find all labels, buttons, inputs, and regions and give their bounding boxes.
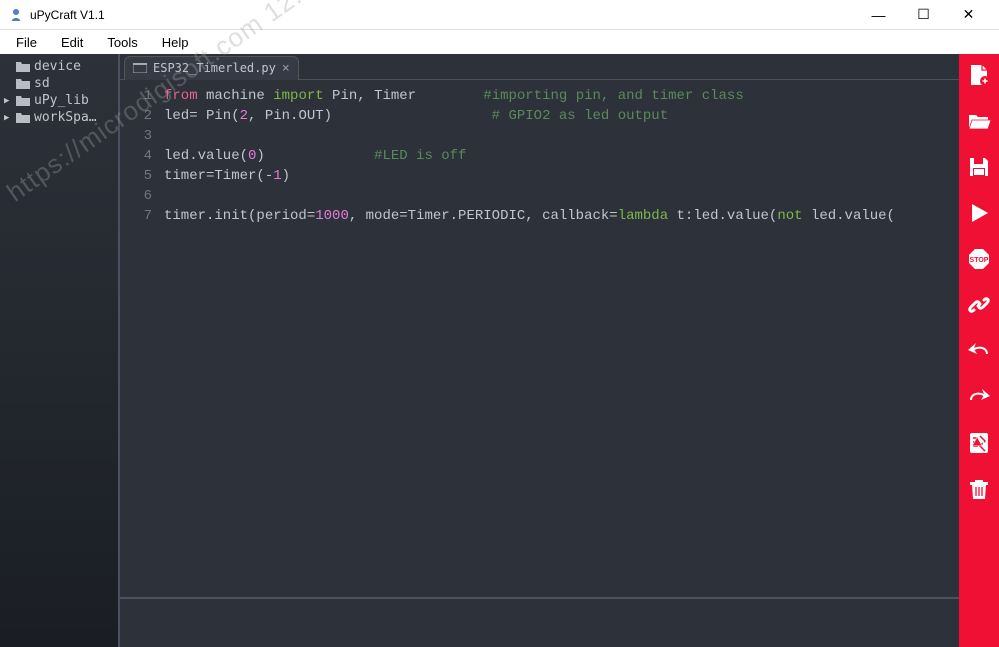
title-bar: uPyCraft V1.1 ― ☐ ✕ <box>0 0 999 30</box>
tree-label: uPy_lib <box>34 93 89 108</box>
line-number: 7 <box>124 206 152 226</box>
tree-arrow-icon: ▶ <box>4 113 14 123</box>
editor-area: ESP32_Timerled.py × 1 2 3 4 5 6 7 from m… <box>118 54 959 647</box>
line-number: 5 <box>124 166 152 186</box>
connect-button[interactable] <box>964 290 994 320</box>
menu-help[interactable]: Help <box>150 33 201 52</box>
line-number: 1 <box>124 86 152 106</box>
menu-tools[interactable]: Tools <box>95 33 149 52</box>
stop-button[interactable]: STOP <box>964 244 994 274</box>
line-number: 3 <box>124 126 152 146</box>
line-number: 4 <box>124 146 152 166</box>
minimize-button[interactable]: ― <box>856 1 901 29</box>
tab-close-icon[interactable]: × <box>282 61 290 76</box>
svg-text:STOP: STOP <box>970 257 989 264</box>
folder-icon <box>16 61 30 72</box>
code-editor[interactable]: 1 2 3 4 5 6 7 from machine import Pin, T… <box>120 80 959 597</box>
new-file-button[interactable] <box>964 60 994 90</box>
file-tab[interactable]: ESP32_Timerled.py × <box>124 56 299 80</box>
console-panel[interactable] <box>120 597 959 647</box>
app-icon <box>8 7 24 23</box>
folder-icon <box>16 78 30 89</box>
folder-icon <box>16 95 30 106</box>
tree-label: workSpa… <box>34 110 97 125</box>
tree-item-upylib[interactable]: ▶ uPy_lib <box>0 92 118 109</box>
tree-label: sd <box>34 76 50 91</box>
folder-icon <box>16 112 30 123</box>
code-content[interactable]: from machine import Pin, Timer #importin… <box>160 80 959 597</box>
tree-arrow-icon: ▶ <box>4 96 14 106</box>
window-controls: ― ☐ ✕ <box>856 1 991 29</box>
file-icon <box>133 63 147 73</box>
line-number: 2 <box>124 106 152 126</box>
menu-edit[interactable]: Edit <box>49 33 95 52</box>
maximize-button[interactable]: ☐ <box>901 1 946 29</box>
line-number: 6 <box>124 186 152 206</box>
right-toolbar: STOP ! <box>959 54 999 647</box>
menu-bar: File Edit Tools Help <box>0 30 999 54</box>
clear-button[interactable] <box>964 474 994 504</box>
main-area: ▶ device ▶ sd ▶ uPy_lib ▶ workSpa… ESP32… <box>0 54 999 647</box>
run-button[interactable] <box>964 198 994 228</box>
window-title: uPyCraft V1.1 <box>30 8 856 22</box>
redo-button[interactable] <box>964 382 994 412</box>
tree-item-sd[interactable]: ▶ sd <box>0 75 118 92</box>
line-gutter: 1 2 3 4 5 6 7 <box>120 80 160 597</box>
tree-item-workspace[interactable]: ▶ workSpa… <box>0 109 118 126</box>
tab-filename: ESP32_Timerled.py <box>153 61 276 75</box>
tab-bar: ESP32_Timerled.py × <box>120 54 959 80</box>
open-file-button[interactable] <box>964 106 994 136</box>
tree-item-device[interactable]: ▶ device <box>0 58 118 75</box>
save-button[interactable] <box>964 152 994 182</box>
close-button[interactable]: ✕ <box>946 1 991 29</box>
file-tree: ▶ device ▶ sd ▶ uPy_lib ▶ workSpa… <box>0 54 118 647</box>
tree-label: device <box>34 59 81 74</box>
svg-text:!: ! <box>982 440 985 450</box>
menu-file[interactable]: File <box>4 33 49 52</box>
undo-button[interactable] <box>964 336 994 366</box>
syntax-check-button[interactable]: ! <box>964 428 994 458</box>
